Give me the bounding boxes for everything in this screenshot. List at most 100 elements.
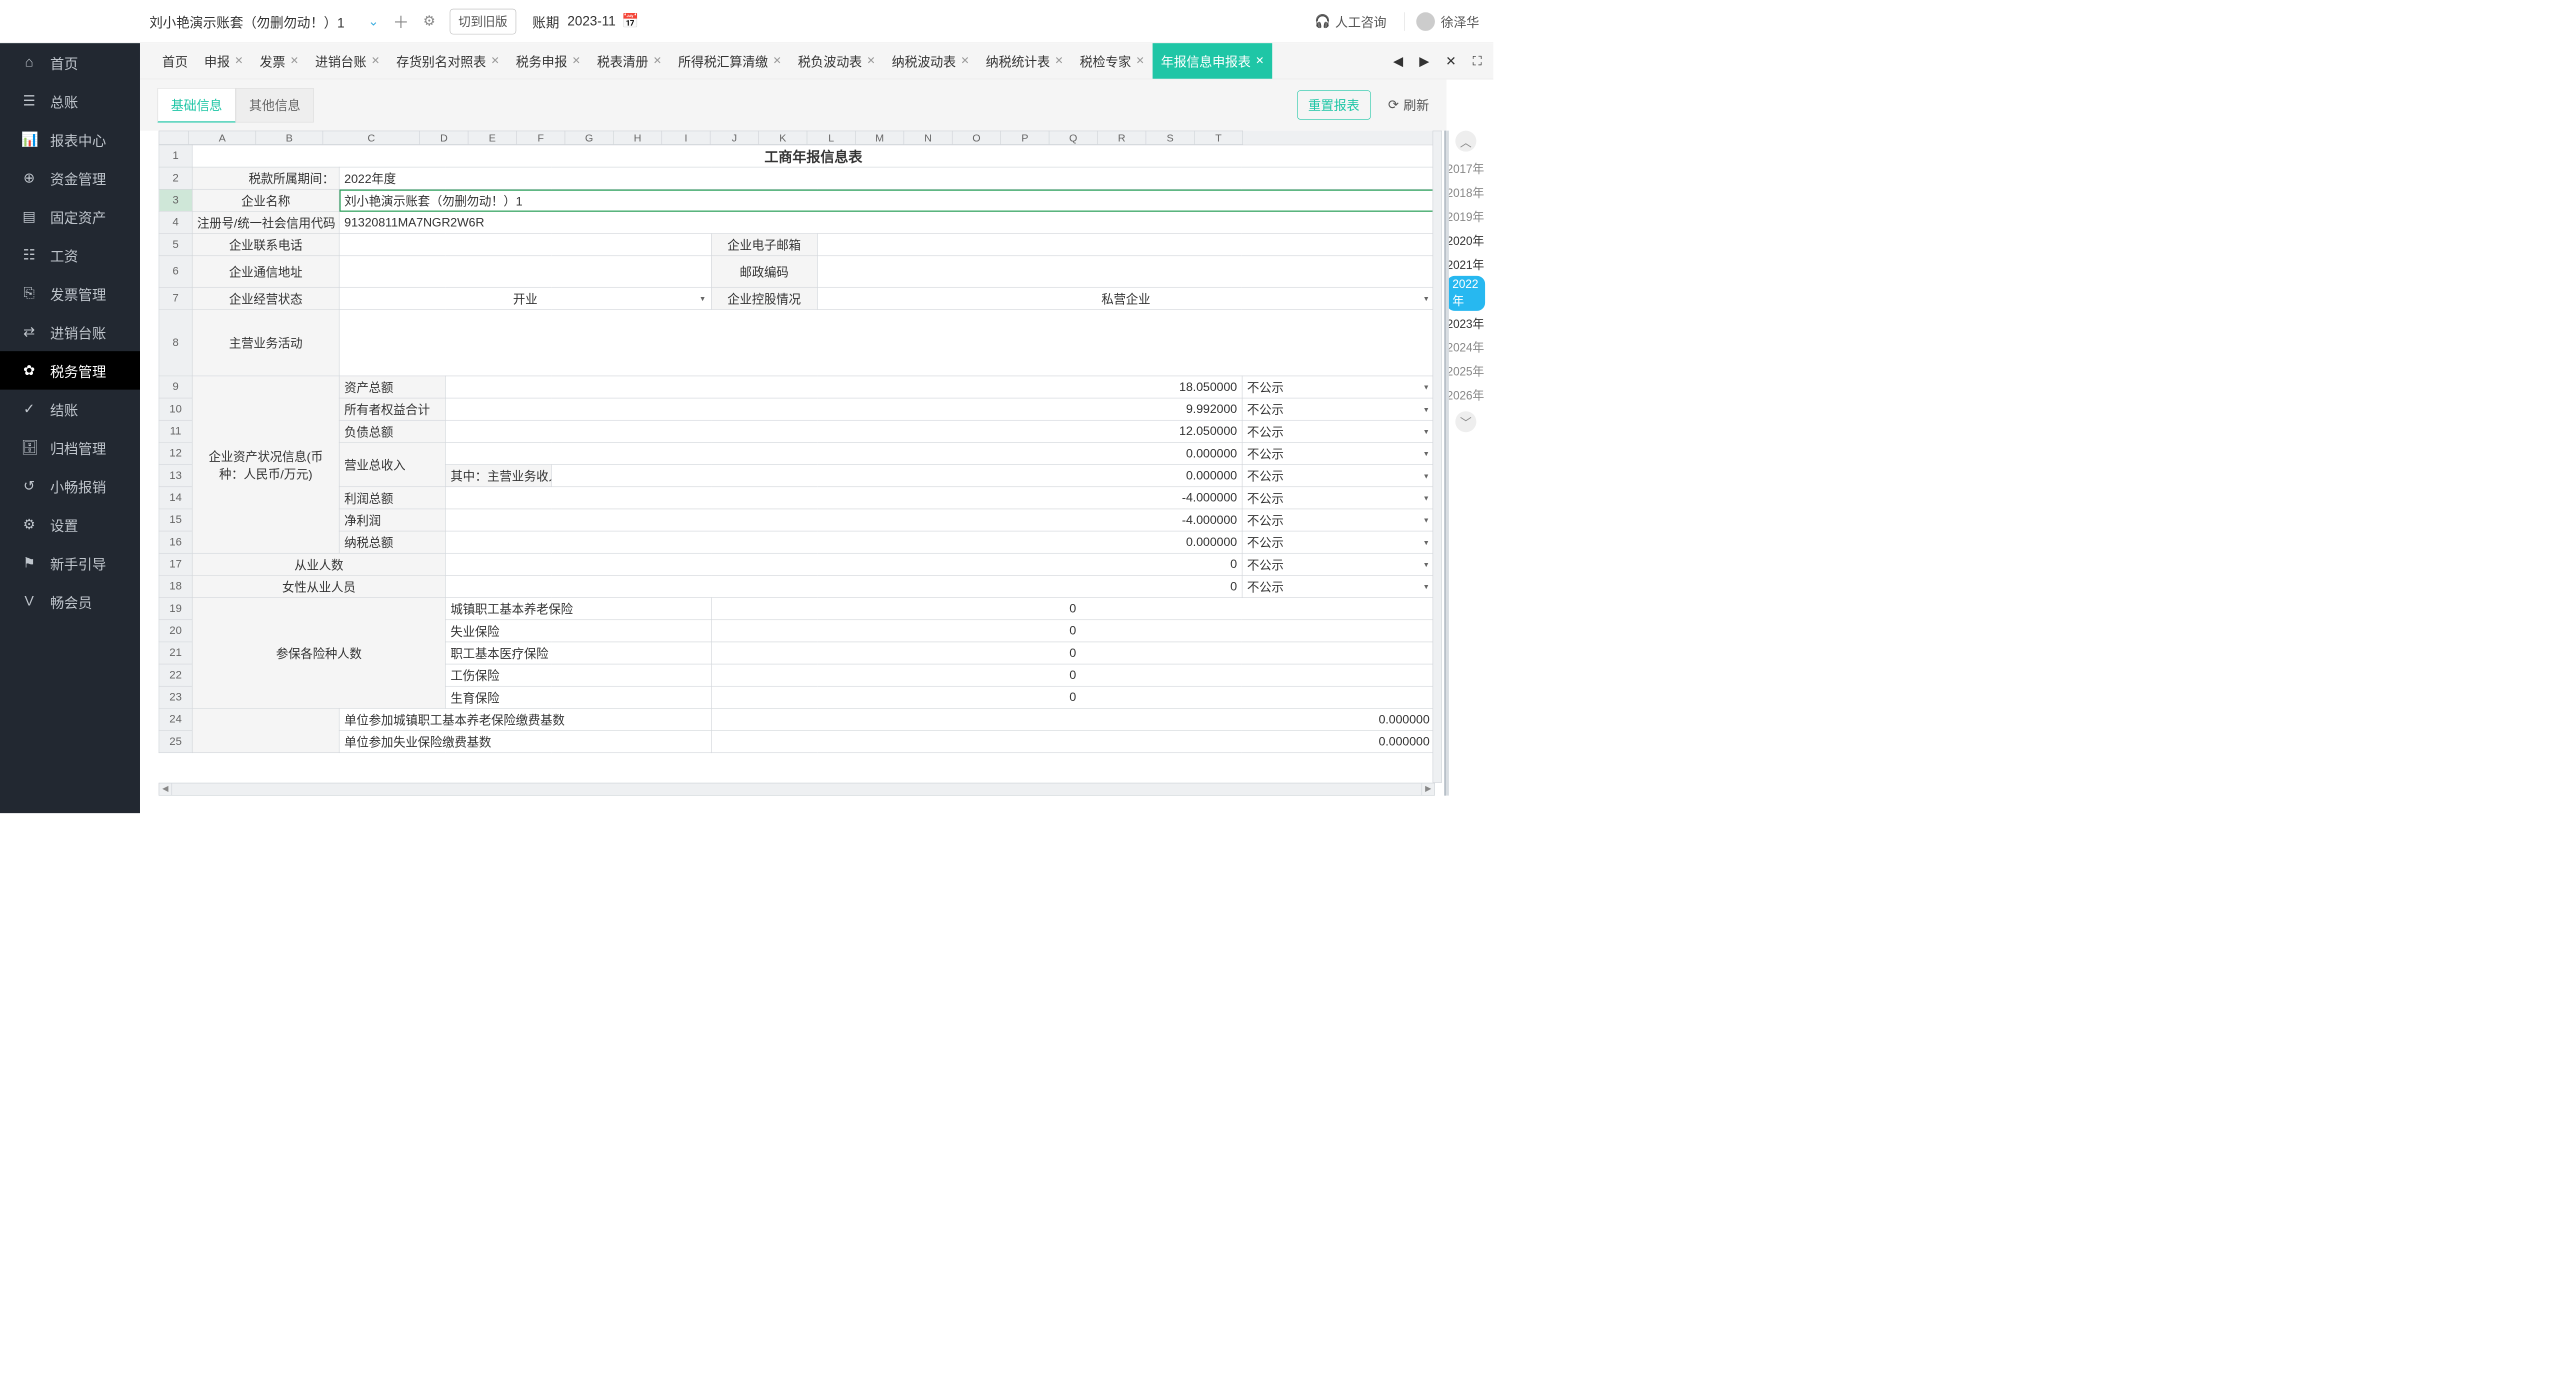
tab[interactable]: 发票✕ bbox=[251, 43, 306, 79]
account-selector[interactable]: 刘小艳演示账套（勿删勿动！）1 ⌄ bbox=[149, 11, 378, 31]
dropdown-cell[interactable]: 不公示 bbox=[1242, 465, 1435, 487]
subtab[interactable]: 基础信息 bbox=[157, 88, 235, 122]
year-option[interactable]: 2024年 bbox=[1447, 335, 1485, 359]
close-icon[interactable]: ✕ bbox=[235, 55, 244, 67]
sidebar-item[interactable]: 📊报表中心 bbox=[0, 120, 140, 158]
panel-collapse-handle[interactable] bbox=[1444, 131, 1449, 796]
year-option[interactable]: 2017年 bbox=[1447, 156, 1485, 180]
row-header[interactable]: 4 bbox=[159, 211, 192, 233]
tabs-prev-button[interactable]: ◀ bbox=[1393, 53, 1403, 68]
dropdown-cell[interactable]: 不公示 bbox=[1242, 442, 1435, 464]
cell-value[interactable]: 0.000000 bbox=[446, 531, 1242, 553]
row-header[interactable]: 25 bbox=[159, 731, 192, 753]
tab[interactable]: 税负波动表✕ bbox=[790, 43, 884, 79]
tab[interactable]: 首页 bbox=[154, 43, 196, 79]
col-header[interactable]: D bbox=[420, 131, 468, 145]
col-header[interactable]: Q bbox=[1049, 131, 1097, 145]
close-icon[interactable]: ✕ bbox=[653, 55, 662, 67]
refresh-button[interactable]: ⟳ 刷新 bbox=[1388, 96, 1429, 115]
tab[interactable]: 税表清册✕ bbox=[589, 43, 670, 79]
cell-value[interactable]: 0.000000 bbox=[711, 731, 1435, 753]
row-header[interactable]: 21 bbox=[159, 642, 192, 664]
close-icon[interactable]: ✕ bbox=[867, 55, 876, 67]
dropdown-cell[interactable]: 不公示 bbox=[1242, 531, 1435, 553]
cell-value[interactable] bbox=[339, 256, 711, 287]
cell-value[interactable]: 0 bbox=[446, 553, 1242, 575]
year-up-button[interactable]: ︿ bbox=[1455, 131, 1476, 152]
tab[interactable]: 税检专家✕ bbox=[1072, 43, 1153, 79]
col-header[interactable]: P bbox=[1001, 131, 1049, 145]
cell-value[interactable]: 0 bbox=[446, 575, 1242, 597]
row-header[interactable]: 2 bbox=[159, 167, 192, 189]
cell-value[interactable] bbox=[817, 256, 1434, 287]
cell-value[interactable]: 12.050000 bbox=[446, 420, 1242, 442]
horizontal-scrollbar[interactable]: ◀ ▶ bbox=[159, 783, 1435, 796]
period-value[interactable]: 2023-11 bbox=[567, 13, 615, 29]
switch-old-version-button[interactable]: 切到旧版 bbox=[450, 8, 516, 34]
cell-value[interactable]: 0 bbox=[711, 598, 1435, 620]
cell-value[interactable]: 0.000000 bbox=[552, 465, 1242, 487]
col-header[interactable]: G bbox=[565, 131, 613, 145]
row-header[interactable]: 20 bbox=[159, 620, 192, 642]
tab[interactable]: 申报✕ bbox=[196, 43, 251, 79]
account-settings-button[interactable]: ⚙ bbox=[423, 13, 436, 30]
user-avatar[interactable] bbox=[1416, 12, 1435, 31]
close-icon[interactable]: ✕ bbox=[290, 55, 299, 67]
tab[interactable]: 存货别名对照表✕ bbox=[388, 43, 508, 79]
sidebar-item[interactable]: ✿税务管理 bbox=[0, 351, 140, 389]
sidebar-item[interactable]: ⎘发票管理 bbox=[0, 274, 140, 312]
dropdown-cell[interactable]: 不公示 bbox=[1242, 376, 1435, 398]
row-header[interactable]: 6 bbox=[159, 256, 192, 287]
year-option[interactable]: 2026年 bbox=[1447, 383, 1485, 407]
cell-value[interactable]: 91320811MA7NGR2W6R bbox=[339, 211, 1434, 233]
sidebar-item[interactable]: 🗄归档管理 bbox=[0, 428, 140, 466]
row-header[interactable]: 18 bbox=[159, 575, 192, 597]
year-option[interactable]: 2018年 bbox=[1447, 180, 1485, 204]
customer-service-button[interactable]: 🎧 人工咨询 bbox=[1315, 12, 1387, 31]
col-header[interactable]: B bbox=[256, 131, 323, 145]
reset-report-button[interactable]: 重置报表 bbox=[1297, 90, 1371, 119]
cell-value[interactable]: 0 bbox=[711, 620, 1435, 642]
cell-value[interactable]: 9.992000 bbox=[446, 398, 1242, 420]
row-header[interactable]: 23 bbox=[159, 686, 192, 708]
cell-value[interactable]: 0 bbox=[711, 642, 1435, 664]
dropdown-cell[interactable]: 私营企业 bbox=[817, 287, 1434, 309]
row-header[interactable]: 5 bbox=[159, 234, 192, 256]
row-header[interactable]: 1 bbox=[159, 145, 192, 167]
col-header[interactable]: O bbox=[953, 131, 1001, 145]
year-option[interactable]: 2022年 bbox=[1447, 276, 1485, 311]
cell-value[interactable]: 0 bbox=[711, 664, 1435, 686]
col-header[interactable]: A bbox=[189, 131, 256, 145]
close-icon[interactable]: ✕ bbox=[1255, 55, 1264, 67]
tabs-expand-button[interactable]: ⛶ bbox=[1473, 53, 1482, 68]
row-header[interactable]: 7 bbox=[159, 287, 192, 309]
col-header[interactable]: C bbox=[323, 131, 420, 145]
col-header[interactable]: I bbox=[662, 131, 710, 145]
cell-value[interactable]: 2022年度 bbox=[339, 167, 1434, 189]
dropdown-cell[interactable]: 不公示 bbox=[1242, 398, 1435, 420]
close-icon[interactable]: ✕ bbox=[491, 55, 500, 67]
dropdown-cell[interactable]: 不公示 bbox=[1242, 487, 1435, 509]
sidebar-item[interactable]: ☰总账 bbox=[0, 82, 140, 120]
user-name[interactable]: 徐泽华 bbox=[1441, 12, 1480, 31]
sidebar-item[interactable]: V畅会员 bbox=[0, 582, 140, 620]
sidebar-item[interactable]: ⚑新手引导 bbox=[0, 544, 140, 582]
cell-value[interactable]: 0 bbox=[711, 686, 1435, 708]
row-header[interactable]: 24 bbox=[159, 708, 192, 730]
add-account-button[interactable]: ＋ bbox=[393, 10, 409, 33]
sidebar-item[interactable]: ▤固定资产 bbox=[0, 197, 140, 235]
dropdown-cell[interactable]: 不公示 bbox=[1242, 420, 1435, 442]
col-header[interactable]: R bbox=[1098, 131, 1146, 145]
row-header[interactable]: 11 bbox=[159, 420, 192, 442]
cell-value[interactable] bbox=[817, 234, 1434, 256]
sidebar-item[interactable]: ✓结账 bbox=[0, 390, 140, 428]
row-header[interactable]: 10 bbox=[159, 398, 192, 420]
col-header[interactable]: S bbox=[1146, 131, 1194, 145]
row-header[interactable]: 22 bbox=[159, 664, 192, 686]
row-header[interactable]: 19 bbox=[159, 598, 192, 620]
calendar-icon[interactable]: 📅 bbox=[621, 13, 638, 30]
col-header[interactable]: E bbox=[468, 131, 516, 145]
close-icon[interactable]: ✕ bbox=[572, 55, 581, 67]
col-header[interactable]: F bbox=[517, 131, 565, 145]
cell-value[interactable]: 18.050000 bbox=[446, 376, 1242, 398]
